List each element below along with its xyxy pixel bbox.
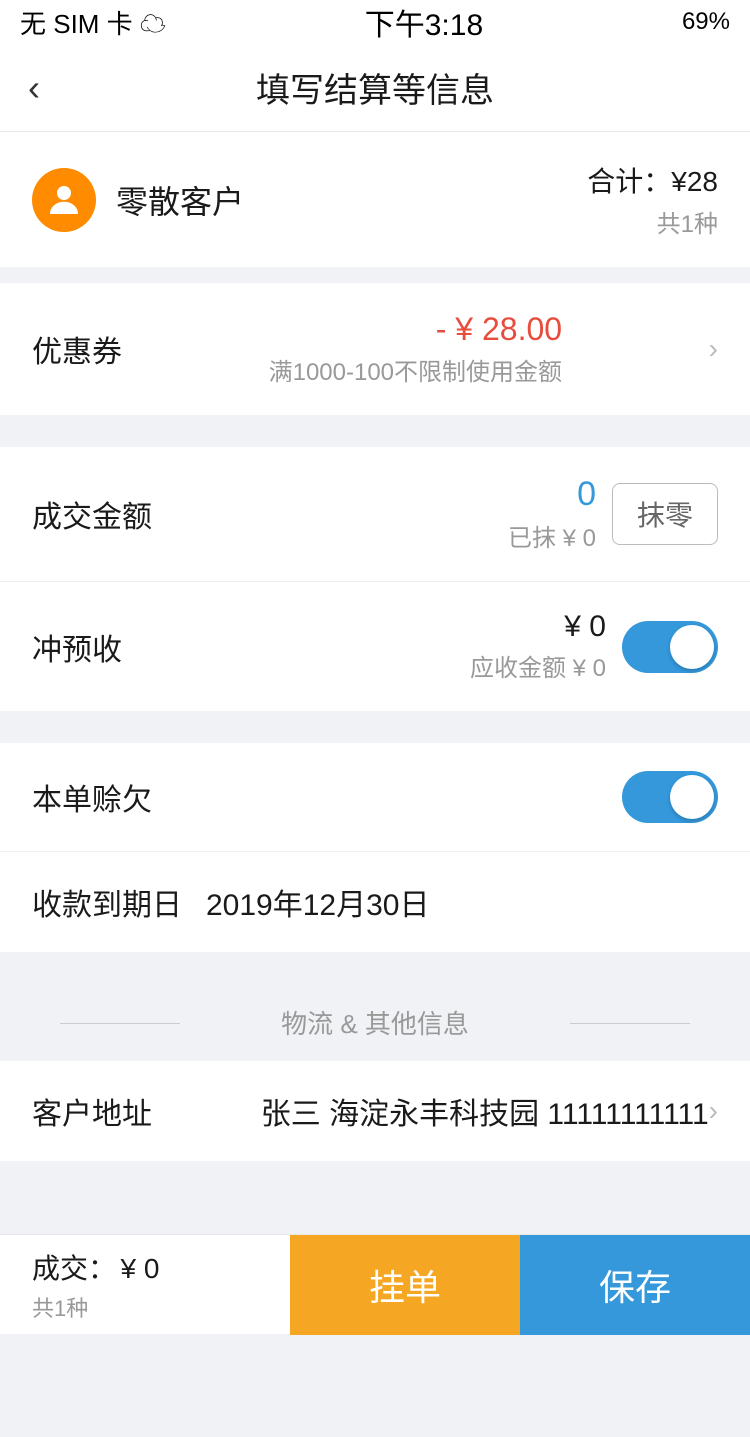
round-button[interactable]: 抹零 [612,483,718,545]
logistics-header: 物流 & 其他信息 [0,984,750,1061]
prepay-value-wrap: ¥ 0 应收金额 ¥ 0 [470,610,606,683]
amount-value: 0 [508,475,596,514]
address-label: 客户地址 [32,1089,152,1133]
page-title: 填写结算等信息 [256,63,494,112]
address-section[interactable]: 客户地址 张三 海淀永丰科技园 11111111111 › [0,1061,750,1161]
status-left: 无 SIM 卡 ☁ [20,4,166,41]
logistics-label: 物流 & 其他信息 [281,1009,469,1039]
amount-row: 成交金额 0 已抹 ¥ 0 抹零 [0,447,750,581]
due-date-label: 收款到期日 [32,880,182,924]
address-row[interactable]: 客户地址 张三 海淀永丰科技园 11111111111 › [0,1061,750,1161]
back-button[interactable]: ‹ [28,67,40,109]
nav-bar: ‹ 填写结算等信息 [0,44,750,132]
status-bar: 无 SIM 卡 ☁ 下午3:18 69% [0,0,750,44]
due-date-value: 2019年12月30日 [206,880,429,924]
address-value: 张三 海淀永丰科技园 11111111111 [176,1089,709,1133]
status-time: 下午3:18 [365,0,483,44]
customer-section: 零散客户 合计：¥28 共1种 [0,132,750,267]
amount-already: 已抹 ¥ 0 [508,518,596,553]
hold-button[interactable]: 挂单 [290,1235,520,1335]
customer-name: 零散客户 [116,177,244,223]
credit-right [622,771,718,823]
prepay-sub: 应收金额 ¥ 0 [470,648,606,683]
bottom-summary-count: 共1种 [32,1291,258,1323]
divider-1 [0,431,750,447]
amount-label: 成交金额 [32,492,152,536]
credit-toggle[interactable] [622,771,718,823]
total-count: 共1种 [587,204,718,239]
battery-text: 69% [682,8,730,36]
credit-section: 本单赊欠 收款到期日 2019年12月30日 [0,743,750,952]
chevron-right-icon: › [709,333,718,365]
bottom-summary: 成交： ¥ 0 共1种 [0,1247,290,1323]
coupon-section[interactable]: 优惠券 - ¥ 28.00 满1000-100不限制使用金额 › [0,283,750,415]
due-date-row: 收款到期日 2019年12月30日 [0,851,750,952]
bottom-bar: 成交： ¥ 0 共1种 挂单 保存 [0,1234,750,1334]
avatar [32,168,96,232]
coupon-row[interactable]: 优惠券 - ¥ 28.00 满1000-100不限制使用金额 › [0,283,750,415]
total-amount: 合计：¥28 [587,160,718,200]
save-button[interactable]: 保存 [520,1235,750,1335]
prepay-label: 冲预收 [32,625,122,669]
customer-row: 零散客户 合计：¥28 共1种 [0,132,750,267]
amount-right: 0 已抹 ¥ 0 抹零 [508,475,718,553]
divider-3 [0,968,750,984]
coupon-label: 优惠券 [32,327,122,371]
person-icon [43,179,85,221]
coupon-value-wrap: - ¥ 28.00 满1000-100不限制使用金额 [269,311,562,387]
prepay-toggle[interactable] [622,621,718,673]
status-right: 69% [682,8,730,36]
prepay-right: ¥ 0 应收金额 ¥ 0 [470,610,718,683]
amount-value-wrap: 0 已抹 ¥ 0 [508,475,596,553]
prepay-row: 冲预收 ¥ 0 应收金额 ¥ 0 [0,581,750,711]
address-chevron-icon: › [709,1095,718,1127]
bottom-summary-value: ¥ 0 [120,1253,159,1284]
coupon-hint: 满1000-100不限制使用金额 [269,352,562,387]
credit-row: 本单赊欠 [0,743,750,851]
coupon-amount: - ¥ 28.00 [269,311,562,348]
transaction-section: 成交金额 0 已抹 ¥ 0 抹零 冲预收 ¥ 0 应收金额 ¥ 0 [0,447,750,711]
bottom-amount-line: 成交： ¥ 0 [32,1247,258,1287]
prepay-value: ¥ 0 [470,610,606,644]
divider-2 [0,727,750,743]
customer-right: 合计：¥28 共1种 [587,160,718,239]
customer-left: 零散客户 [32,168,244,232]
credit-label: 本单赊欠 [32,775,152,819]
bottom-summary-label: 成交： [32,1253,116,1284]
signal-text: 无 SIM 卡 ☁ [20,4,166,41]
